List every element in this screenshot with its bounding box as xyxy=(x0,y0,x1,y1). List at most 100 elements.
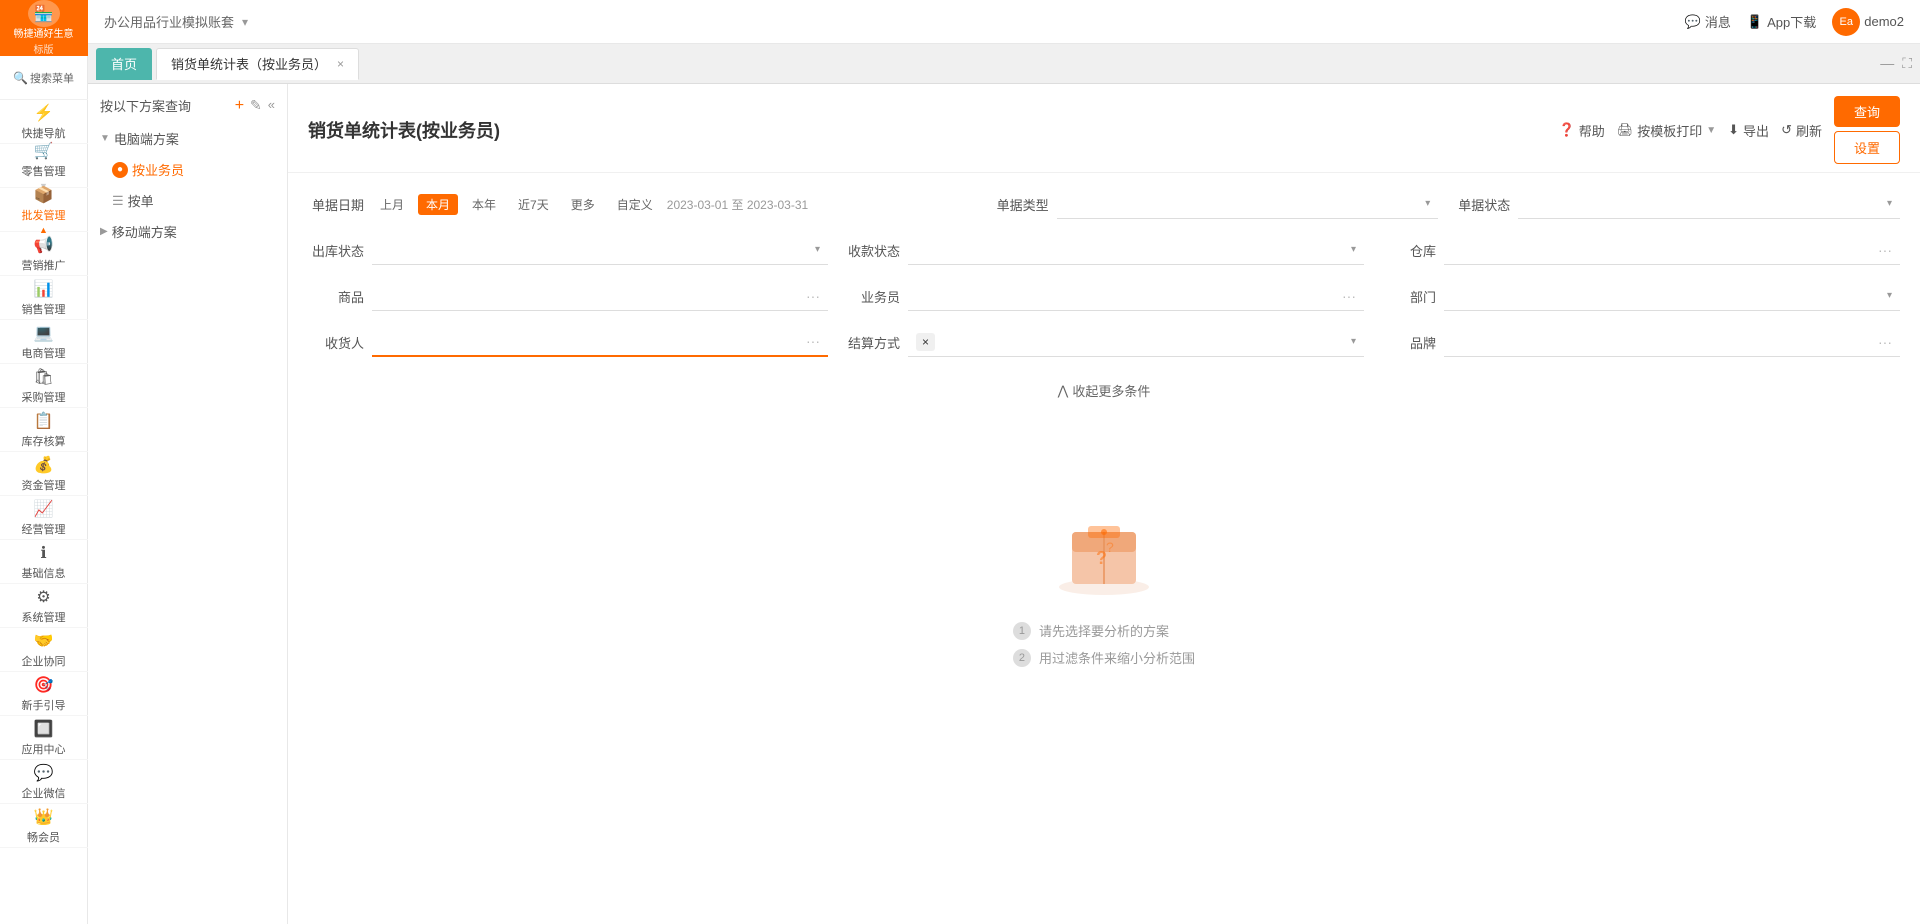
sidebar-item-purchase[interactable]: 🛍 采购管理 xyxy=(0,364,88,408)
message-button[interactable]: 💬 消息 xyxy=(1685,12,1731,31)
template-print-arrow[interactable]: ▼ xyxy=(1706,125,1716,136)
sidebar-item-quick-nav[interactable]: ⚡ 快捷导航 xyxy=(0,100,88,144)
dept-select[interactable]: ▾ xyxy=(1444,281,1900,311)
warehouse-select[interactable]: ··· xyxy=(1444,235,1900,265)
minimize-icon[interactable]: — xyxy=(1880,55,1894,72)
warehouse-dots-icon[interactable]: ··· xyxy=(1878,242,1892,258)
hint-num-2: 2 xyxy=(1013,649,1031,667)
hint-num-1: 1 xyxy=(1013,622,1031,640)
sidebar-item-system[interactable]: ⚙ 系统管理 xyxy=(0,584,88,628)
setting-button[interactable]: 设置 xyxy=(1834,131,1900,164)
tab-report[interactable]: 销货单统计表（按业务员） × xyxy=(156,48,359,80)
salesman-badge: ● xyxy=(112,162,128,178)
receiver-label: 收货人 xyxy=(308,333,364,352)
payment-tag[interactable]: × xyxy=(916,333,935,351)
payment-label: 结算方式 xyxy=(844,333,900,352)
brand-label: 品牌 xyxy=(1380,333,1436,352)
refresh-action[interactable]: ↺ 刷新 xyxy=(1781,121,1822,140)
date-btn-last-month[interactable]: 上月 xyxy=(372,194,412,215)
sidebar-item-marketing[interactable]: 📢 营销推广 xyxy=(0,232,88,276)
user-name: demo2 xyxy=(1864,14,1904,29)
tree-item-salesman[interactable]: ● 按业务员 xyxy=(88,154,287,185)
dept-chevron-icon: ▾ xyxy=(1887,290,1892,301)
sidebar-item-ecommerce[interactable]: 💻 电商管理 xyxy=(0,320,88,364)
payment-tag-value: × xyxy=(922,335,929,349)
goods-select[interactable]: ··· xyxy=(372,281,828,311)
date-btn-custom[interactable]: 自定义 xyxy=(609,194,661,215)
sidebar-item-corp-wechat[interactable]: 💬 企业微信 xyxy=(0,760,88,804)
finance-icon: 💰 xyxy=(34,455,54,475)
topbar: 办公用品行业模拟账套 ▾ 💬 消息 📱 App下载 Ea demo2 xyxy=(88,0,1920,44)
management-icon: 📈 xyxy=(34,499,54,519)
filter-warehouse: 仓库 ··· xyxy=(1380,235,1900,265)
help-icon: ❓ xyxy=(1559,122,1575,138)
app-center-label: 应用中心 xyxy=(22,741,66,757)
tree-mobile-section[interactable]: ▶ 移动端方案 xyxy=(88,216,287,247)
receiver-text-input[interactable] xyxy=(380,334,806,349)
date-btn-more[interactable]: 更多 xyxy=(563,194,603,215)
collapse-more-button[interactable]: ⋀ 收起更多条件 xyxy=(1058,381,1151,400)
doc-type-select[interactable]: ▾ xyxy=(1057,189,1439,219)
payment-select[interactable]: × ▾ xyxy=(908,327,1364,357)
export-action[interactable]: ⬇ 导出 xyxy=(1728,121,1769,140)
brand-dots-icon[interactable]: ··· xyxy=(1878,334,1892,350)
sidebar-item-app-center[interactable]: 🔲 应用中心 xyxy=(0,716,88,760)
salesman-select[interactable]: ··· xyxy=(908,281,1364,311)
receiver-dots-icon[interactable]: ··· xyxy=(806,333,820,349)
tab-close-icon[interactable]: × xyxy=(337,57,344,71)
filter-row-4: 收货人 ··· 结算方式 × ▾ xyxy=(308,327,1900,357)
export-icon: ⬇ xyxy=(1728,122,1739,138)
sidebar-item-corp-collab[interactable]: 🤝 企业协同 xyxy=(0,628,88,672)
query-button[interactable]: 查询 xyxy=(1834,96,1900,127)
message-icon: 💬 xyxy=(1685,14,1701,30)
topbar-left: 办公用品行业模拟账套 ▾ xyxy=(104,12,248,31)
sidebar-item-wholesale[interactable]: 📦 批发管理 ▲ xyxy=(0,188,88,232)
app-download-button[interactable]: 📱 App下载 xyxy=(1747,12,1816,31)
warehouse-label: 仓库 xyxy=(1380,241,1436,260)
app-download-label: App下载 xyxy=(1767,12,1816,31)
tree-desktop-section[interactable]: ▼ 电脑端方案 xyxy=(88,123,287,154)
doc-status-select[interactable]: ▾ xyxy=(1518,189,1900,219)
out-status-select[interactable]: ▾ xyxy=(372,235,828,265)
salesman-dots-icon[interactable]: ··· xyxy=(1342,288,1356,304)
edit-scheme-button[interactable]: ✎ xyxy=(250,97,262,115)
collapse-panel-button[interactable]: « xyxy=(268,97,275,115)
workspace-dropdown[interactable]: ▾ xyxy=(242,15,248,29)
help-label: 帮助 xyxy=(1579,121,1605,140)
refresh-label: 刷新 xyxy=(1796,121,1822,140)
sidebar-item-member[interactable]: 👑 畅会员 xyxy=(0,804,88,848)
maximize-icon[interactable]: ⛶ xyxy=(1902,55,1912,72)
brand-select[interactable]: ··· xyxy=(1444,327,1900,357)
wholesale-icon: 📦 xyxy=(34,185,54,205)
collect-status-select[interactable]: ▾ xyxy=(908,235,1364,265)
add-scheme-button[interactable]: + xyxy=(235,97,244,115)
help-action[interactable]: ❓ 帮助 xyxy=(1559,121,1605,140)
sidebar-item-newbie[interactable]: 🎯 新手引导 xyxy=(0,672,88,716)
sidebar-item-sales[interactable]: 📊 销售管理 xyxy=(0,276,88,320)
user-menu[interactable]: Ea demo2 xyxy=(1832,8,1904,36)
sidebar-item-management[interactable]: 📈 经营管理 xyxy=(0,496,88,540)
tree-item-by-order[interactable]: ☰ 按单 xyxy=(88,185,287,216)
template-print-action[interactable]: 🖨 按模板打印 ▼ xyxy=(1617,121,1716,140)
retail-label: 零售管理 xyxy=(22,163,66,179)
quick-nav-label: 快捷导航 xyxy=(22,125,66,141)
date-btn-7days[interactable]: 近7天 xyxy=(510,194,557,215)
receiver-input[interactable]: ··· xyxy=(372,327,828,357)
sidebar-item-retail[interactable]: 🛒 零售管理 ▼ xyxy=(0,144,88,188)
date-btn-this-month[interactable]: 本月 xyxy=(418,194,458,215)
date-btn-this-year[interactable]: 本年 xyxy=(464,194,504,215)
tab-home[interactable]: 首页 xyxy=(96,48,152,80)
refresh-icon: ↺ xyxy=(1781,122,1792,138)
sidebar-item-basic-info[interactable]: ℹ 基础信息 xyxy=(0,540,88,584)
sidebar-item-finance[interactable]: 💰 资金管理 xyxy=(0,452,88,496)
filter-dept: 部门 ▾ xyxy=(1380,281,1900,311)
sidebar-item-inventory[interactable]: 📋 库存核算 xyxy=(0,408,88,452)
goods-dots-icon[interactable]: ··· xyxy=(806,288,820,304)
inventory-label: 库存核算 xyxy=(22,433,66,449)
sidebar-search[interactable]: 🔍 搜索菜单 xyxy=(0,56,88,100)
left-panel-header: 按以下方案查询 + ✎ « xyxy=(88,96,287,123)
empty-state: ? ? 1 请先选择要分析的方案 2 用过滤条件来缩小分析范围 xyxy=(288,432,1920,727)
purchase-icon: 🛍 xyxy=(33,367,53,387)
sidebar-logo[interactable]: 🏪 畅捷通好生意 标版 xyxy=(0,0,88,56)
logo-icon: 🏪 xyxy=(28,0,60,27)
